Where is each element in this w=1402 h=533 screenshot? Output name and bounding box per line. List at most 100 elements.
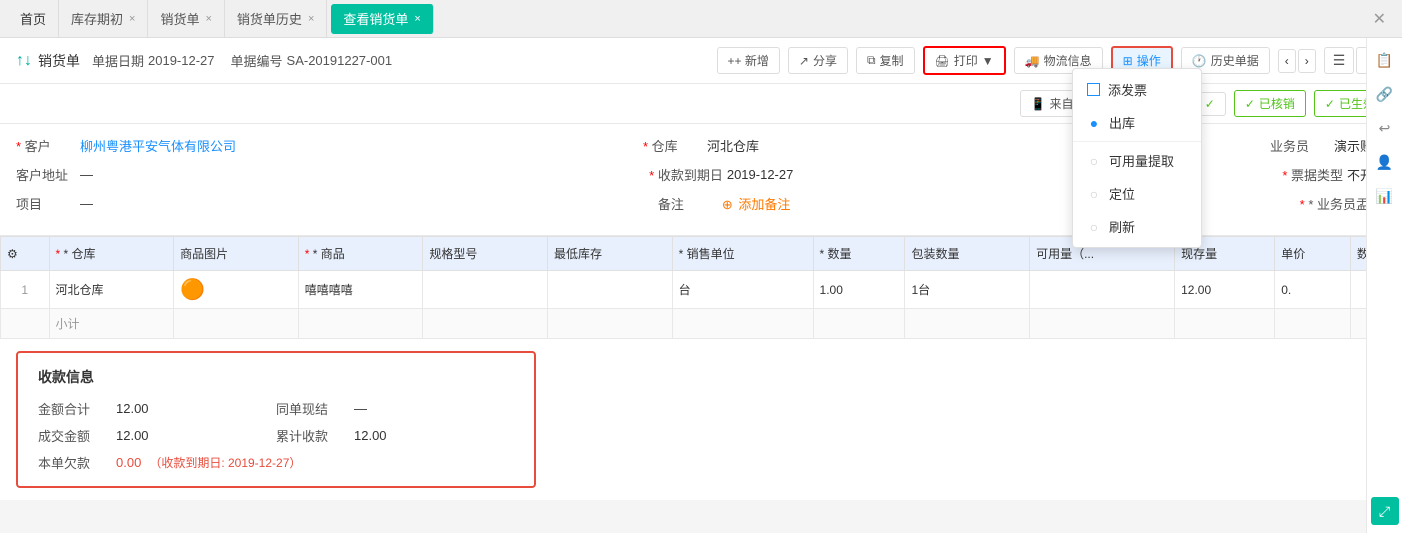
owe-label: 本单欠款	[38, 453, 108, 472]
customer-value[interactable]: 柳州粤港平安气体有限公司	[80, 136, 236, 155]
doc-date-field: 单据日期 2019-12-27	[92, 51, 215, 70]
sidebar-icon-doc[interactable]: 📋	[1371, 46, 1399, 74]
payment-title: 收款信息	[38, 367, 514, 387]
staff2-label: * 业务员盂	[1300, 194, 1369, 213]
tab-close-inventory[interactable]: ×	[129, 13, 135, 25]
col-gear[interactable]: ⚙	[1, 237, 50, 271]
col-product: * 商品	[298, 237, 423, 271]
confirm-icon: ✓	[1205, 97, 1215, 111]
row-product: 嘻嘻嘻嘻	[298, 271, 423, 309]
copy-button[interactable]: ⧉ 复制	[856, 47, 915, 74]
outbound-label: 出库	[1109, 113, 1135, 132]
payment-total: 金额合计 12.00	[38, 399, 276, 418]
radio-icon-3: ○	[1087, 187, 1101, 201]
doc-title: ↑↓ 销货单	[16, 51, 80, 71]
doc-date-label: 单据日期	[92, 51, 144, 70]
history-icon: 🕐	[1192, 54, 1207, 68]
total-value: 12.00	[116, 401, 149, 416]
sales-table: ⚙ * 仓库 商品图片 * 商品 规格型号 最低库存 * 销售单位 * 数量 包…	[0, 236, 1402, 339]
subtotal-label: 小计	[49, 309, 174, 339]
doc-meta: 单据日期 2019-12-27 单据编号 SA-20191227-001	[92, 51, 392, 70]
sidebar-icon-expand[interactable]: ⤢	[1371, 497, 1399, 525]
col-min-stock: 最低库存	[547, 237, 672, 271]
table-wrapper: ⚙ * 仓库 商品图片 * 商品 规格型号 最低库存 * 销售单位 * 数量 包…	[0, 236, 1402, 339]
tab-close-history[interactable]: ×	[308, 13, 314, 25]
copy-icon: ⧉	[867, 53, 876, 68]
payment-deal: 成交金额 12.00	[38, 426, 276, 445]
dropdown-menu: 添发票 ● 出库 ○ 可用量提取 ○ 定位 ○ 刷新	[1072, 68, 1202, 248]
share-icon: ↗	[799, 54, 809, 68]
doc-number-value: SA-20191227-001	[287, 53, 393, 68]
same-order-value: —	[354, 401, 367, 416]
deal-label: 成交金额	[38, 426, 108, 445]
dropdown-add-invoice[interactable]: 添发票	[1073, 73, 1201, 106]
dropdown-position[interactable]: ○ 定位	[1073, 177, 1201, 210]
print-label: 打印	[954, 52, 978, 69]
row-pkg-qty: 1台	[905, 271, 1030, 309]
payment-info-box: 收款信息 金额合计 12.00 同单现结 — 成交金额 12.00 累计收款 1…	[16, 351, 536, 488]
radio-icon-4: ○	[1087, 220, 1101, 234]
row-qty: 1.00	[813, 271, 905, 309]
payment-cumulative: 累计收款 12.00	[276, 426, 514, 445]
checkbox-icon	[1087, 83, 1100, 96]
sidebar-icon-return[interactable]: ↩	[1371, 114, 1399, 142]
row-price: 0.	[1275, 271, 1351, 309]
sidebar-icon-link[interactable]: 🔗	[1371, 80, 1399, 108]
tab-close-view[interactable]: ×	[414, 13, 420, 25]
owe-note: （收款到期日: 2019-12-27）	[149, 454, 301, 471]
doc-number-field: 单据编号 SA-20191227-001	[231, 51, 393, 70]
available-qty-label: 可用量提取	[1109, 151, 1174, 170]
next-button[interactable]: ›	[1298, 49, 1316, 73]
tab-sales-history[interactable]: 销货单历史 ×	[225, 0, 327, 38]
tab-view-sales[interactable]: 查看销货单 ×	[331, 4, 433, 34]
row-warehouse: 河北仓库	[49, 271, 174, 309]
refresh-label: 刷新	[1109, 217, 1135, 236]
total-label: 金额合计	[38, 399, 108, 418]
dropdown-refresh[interactable]: ○ 刷新	[1073, 210, 1201, 243]
col-pkg-qty: 包装数量	[905, 237, 1030, 271]
logistics-icon: 🚚	[1025, 54, 1040, 68]
list-view-button[interactable]: ☰	[1324, 47, 1355, 74]
print-dropdown-icon: ▼	[982, 54, 994, 68]
row-min-stock	[547, 271, 672, 309]
prev-button[interactable]: ‹	[1278, 49, 1296, 73]
dropdown-available-qty[interactable]: ○ 可用量提取	[1073, 144, 1201, 177]
tab-close-sales[interactable]: ×	[205, 13, 211, 25]
owe-value: 0.00	[116, 455, 141, 470]
sidebar-icon-user[interactable]: 👤	[1371, 148, 1399, 176]
cumulative-label: 累计收款	[276, 426, 346, 445]
history-label: 历史单据	[1211, 52, 1259, 69]
payment-owe: 本单欠款 0.00 （收款到期日: 2019-12-27）	[38, 453, 514, 472]
doc-actions: + + 新增 ↗ 分享 ⧉ 复制 🖨 打印 ▼ 🚚 物流信息 ⊞ 操作 🕐 历史…	[717, 46, 1386, 75]
warehouse-label: 仓库	[643, 136, 703, 155]
dropdown-outbound[interactable]: ● 出库	[1073, 106, 1201, 139]
effective-icon: ✓	[1325, 97, 1335, 111]
bottom-section: 收款信息 金额合计 12.00 同单现结 — 成交金额 12.00 累计收款 1…	[0, 339, 1402, 500]
warehouse-value: 河北仓库	[707, 136, 759, 155]
tab-home[interactable]: 首页	[8, 0, 59, 38]
ops-icon: ⊞	[1123, 54, 1133, 68]
doc-title-text: 销货单	[38, 51, 80, 71]
logistics-label: 物流信息	[1044, 52, 1092, 69]
col-warehouse: * 仓库	[49, 237, 174, 271]
tab-inventory-init[interactable]: 库存期初 ×	[59, 0, 148, 38]
radio-icon-2: ○	[1087, 154, 1101, 168]
sidebar-icon-chart[interactable]: 📊	[1371, 182, 1399, 210]
tab-sales-order[interactable]: 销货单 ×	[148, 0, 224, 38]
row-img: 🟠	[174, 271, 299, 309]
note-add-btn[interactable]: ⊕ 添加备注	[722, 194, 791, 213]
add-button[interactable]: + + 新增	[717, 47, 780, 74]
row-unit: 台	[672, 271, 813, 309]
tab-bar: 首页 库存期初 × 销货单 × 销货单历史 × 查看销货单 × ✕	[0, 0, 1402, 38]
payment-date-label: 收款到期日	[649, 165, 723, 184]
note-field: 备注 ⊕ 添加备注	[658, 194, 1300, 213]
print-button[interactable]: 🖨 打印 ▼	[923, 46, 1006, 75]
col-qty: * 数量	[813, 237, 905, 271]
sold-status[interactable]: ✓ 已核销	[1234, 90, 1306, 117]
note-add-icon: ⊕	[722, 197, 733, 212]
phone-icon: 📱	[1031, 97, 1046, 111]
window-close-button[interactable]: ✕	[1365, 5, 1394, 33]
share-button[interactable]: ↗ 分享	[788, 47, 848, 74]
customer-field: 客户 柳州粤港平安气体有限公司	[16, 136, 643, 155]
nav-arrows: ‹ ›	[1278, 49, 1316, 73]
